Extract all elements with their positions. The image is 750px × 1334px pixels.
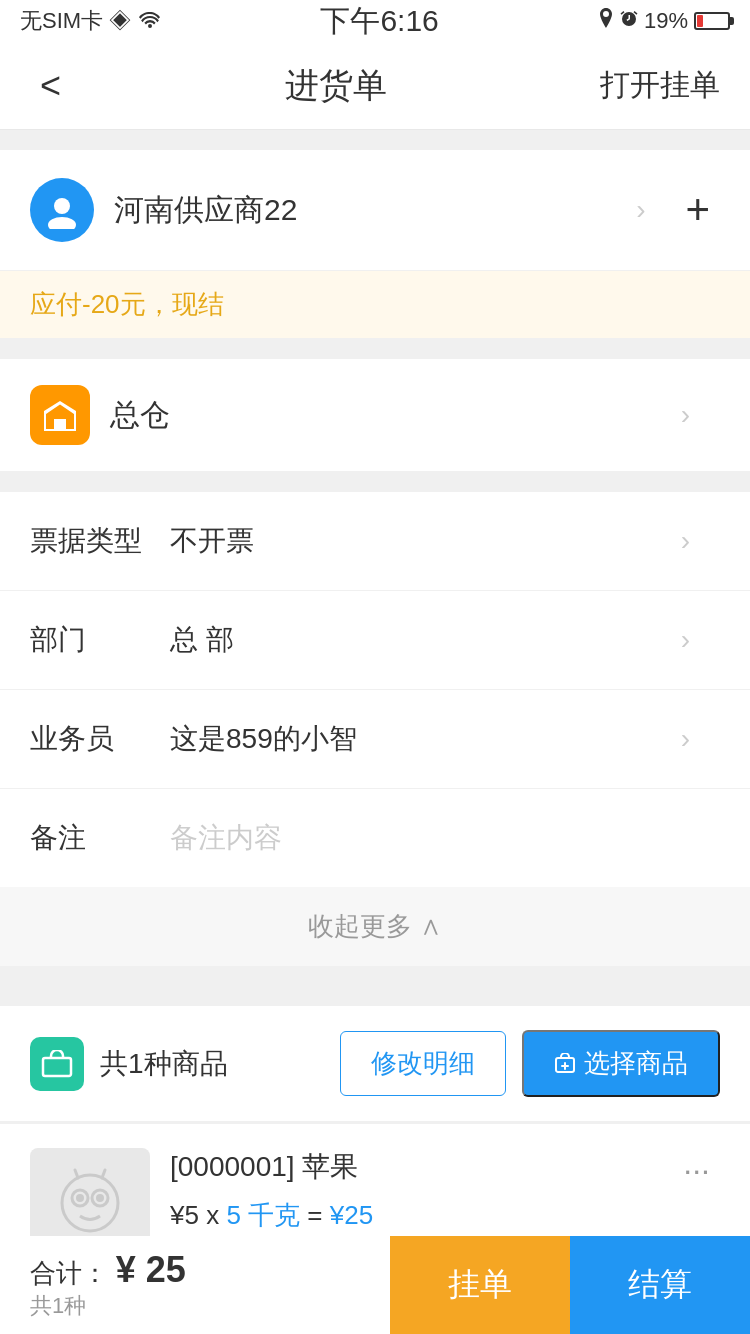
hang-button[interactable]: 挂单 <box>390 1236 570 1334</box>
svg-point-0 <box>54 198 70 214</box>
svg-point-8 <box>76 1194 84 1202</box>
nav-bar: < 进货单 打开挂单 <box>0 42 750 130</box>
product-count: 共1种商品 <box>100 1045 340 1083</box>
modify-detail-button[interactable]: 修改明细 <box>340 1031 506 1096</box>
warning-banner: 应付-20元，现结 <box>0 271 750 339</box>
product-unit: 千克 <box>248 1200 300 1230</box>
department-row[interactable]: 部门 总 部 › <box>0 590 750 689</box>
select-product-label: 选择商品 <box>584 1046 688 1081</box>
page-title: 进货单 <box>285 63 387 109</box>
remark-input[interactable]: 备注内容 <box>150 819 720 857</box>
product-title: 苹果 <box>302 1151 358 1182</box>
status-right: 19% <box>598 8 730 34</box>
product-name: [0000001] 苹果 <box>170 1148 673 1186</box>
collapse-bar[interactable]: 收起更多 ∧ <box>0 887 750 966</box>
total-count: 共1种 <box>30 1291 360 1321</box>
add-supplier-button[interactable]: + <box>675 186 720 234</box>
section-divider-4 <box>0 966 750 986</box>
total-section: 合计： ¥ 25 共1种 <box>0 1249 390 1321</box>
supplier-chevron-icon: › <box>636 194 645 226</box>
checkout-button[interactable]: 结算 <box>570 1236 750 1334</box>
product-total: ¥25 <box>330 1200 373 1230</box>
status-bar: 无SIM卡 ◈ 下午6:16 19% <box>0 0 750 42</box>
warehouse-chevron-icon: › <box>681 399 690 431</box>
sales-value: 这是859的小智 <box>150 720 681 758</box>
product-menu-button[interactable]: ··· <box>673 1148 720 1193</box>
battery-percentage: 19% <box>644 8 688 34</box>
supplier-name: 河南供应商22 <box>114 190 636 231</box>
department-label: 部门 <box>30 621 150 659</box>
back-button[interactable]: < <box>30 55 71 117</box>
svg-point-1 <box>48 217 76 229</box>
remark-label: 备注 <box>30 819 150 857</box>
invoice-chevron-icon: › <box>681 525 690 557</box>
product-formula: ¥5 x 5 千克 = ¥25 <box>170 1198 673 1233</box>
product-quantity: 5 <box>226 1200 240 1230</box>
supplier-section: 河南供应商22 › + 应付-20元，现结 <box>0 150 750 339</box>
sales-row[interactable]: 业务员 这是859的小智 › <box>0 689 750 788</box>
sim-text: 无SIM卡 ◈ <box>20 6 131 36</box>
supplier-row[interactable]: 河南供应商22 › + <box>0 150 750 271</box>
supplier-avatar <box>30 178 94 242</box>
location-icon <box>598 8 614 34</box>
select-product-button[interactable]: 选择商品 <box>522 1030 720 1097</box>
warehouse-icon <box>30 385 90 445</box>
department-chevron-icon: › <box>681 624 690 656</box>
warehouse-name: 总仓 <box>110 395 681 436</box>
status-time: 下午6:16 <box>320 1 438 42</box>
bottom-bar: 合计： ¥ 25 共1种 挂单 结算 <box>0 1236 750 1334</box>
total-amount: ¥ 25 <box>116 1249 186 1290</box>
product-info: [0000001] 苹果 ¥5 x 5 千克 = ¥25 <box>170 1148 673 1233</box>
invoice-label: 票据类型 <box>30 522 150 560</box>
svg-point-5 <box>62 1175 118 1231</box>
sales-chevron-icon: › <box>681 723 690 755</box>
svg-point-9 <box>96 1194 104 1202</box>
form-section: 票据类型 不开票 › 部门 总 部 › 业务员 这是859的小智 › 备注 备注… <box>0 491 750 887</box>
section-divider-3 <box>0 471 750 491</box>
department-value: 总 部 <box>150 621 681 659</box>
product-header: 共1种商品 修改明细 选择商品 <box>0 1006 750 1121</box>
wifi-icon <box>139 8 161 34</box>
status-left: 无SIM卡 ◈ <box>20 6 161 36</box>
svg-rect-3 <box>43 1058 71 1076</box>
section-divider-2 <box>0 339 750 359</box>
alarm-icon <box>620 8 638 34</box>
warehouse-row[interactable]: 总仓 › <box>0 359 750 471</box>
total-row: 合计： ¥ 25 <box>30 1249 360 1291</box>
total-label: 合计： <box>30 1258 108 1288</box>
sales-label: 业务员 <box>30 720 150 758</box>
svg-rect-2 <box>54 419 66 431</box>
battery-icon <box>694 12 730 30</box>
product-icon <box>30 1037 84 1091</box>
open-hang-button[interactable]: 打开挂单 <box>600 65 720 106</box>
invoice-value: 不开票 <box>150 522 681 560</box>
select-product-icon <box>554 1053 576 1075</box>
invoice-row[interactable]: 票据类型 不开票 › <box>0 491 750 590</box>
product-price: ¥5 <box>170 1200 199 1230</box>
warehouse-section: 总仓 › <box>0 359 750 471</box>
section-divider-1 <box>0 130 750 150</box>
product-code: [0000001] <box>170 1151 295 1182</box>
remark-row[interactable]: 备注 备注内容 <box>0 788 750 887</box>
